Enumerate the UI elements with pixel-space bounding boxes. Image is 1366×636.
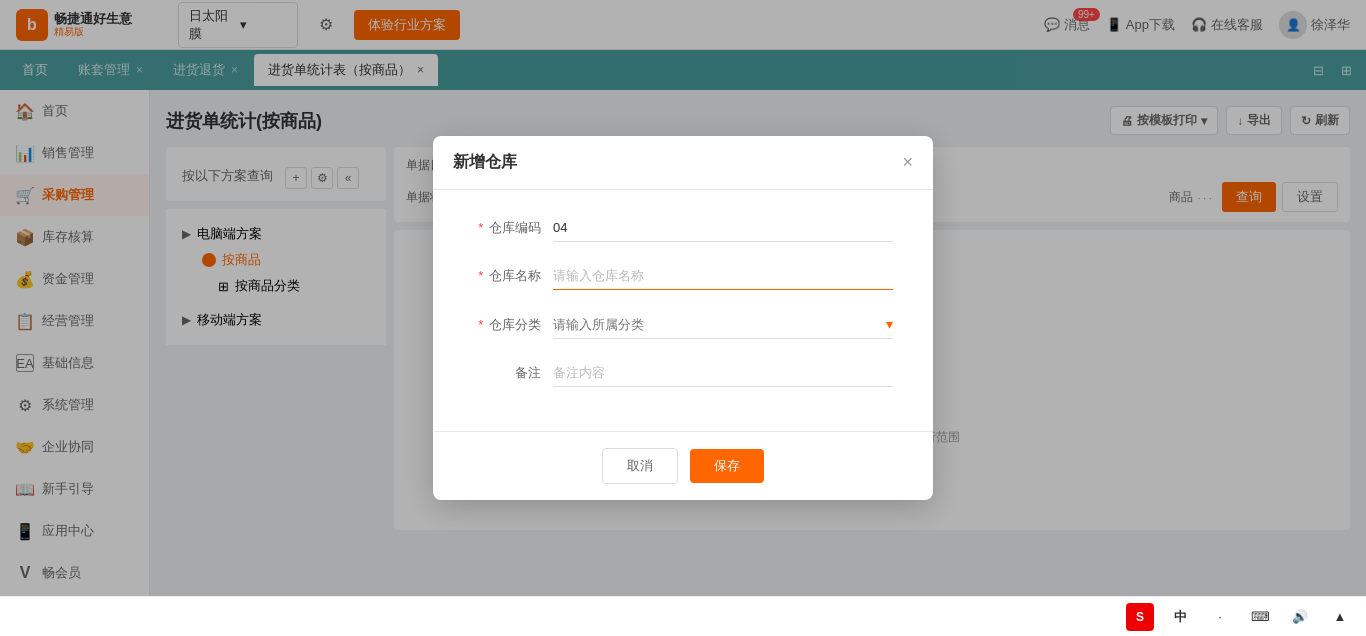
bottom-bar: S 中 · ⌨ 🔊 ▲ — [0, 596, 1366, 636]
audio-icon[interactable]: 🔊 — [1286, 603, 1314, 631]
save-button[interactable]: 保存 — [690, 449, 764, 483]
modal-body: * 仓库编码 * 仓库名称 * 仓库分类 — [433, 190, 933, 431]
warehouse-code-input[interactable] — [553, 214, 893, 242]
warehouse-notes-input[interactable] — [553, 359, 893, 387]
new-warehouse-modal: 新增仓库 × * 仓库编码 * 仓库名称 — [433, 136, 933, 500]
required-marker-name: * — [478, 268, 483, 283]
modal-close-button[interactable]: × — [902, 152, 913, 173]
warehouse-name-row: * 仓库名称 — [473, 262, 893, 290]
modal-title: 新增仓库 — [453, 152, 517, 173]
bottom-icons: S 中 · ⌨ 🔊 ▲ — [1126, 603, 1354, 631]
warehouse-name-input[interactable] — [553, 262, 893, 290]
input-mode-icon[interactable]: · — [1206, 603, 1234, 631]
warehouse-notes-label: 备注 — [473, 364, 553, 382]
warehouse-category-select[interactable]: ▾ — [553, 310, 893, 339]
category-input[interactable] — [553, 317, 886, 332]
required-marker-cat: * — [478, 317, 483, 332]
keyboard-icon[interactable]: ⌨ — [1246, 603, 1274, 631]
modal-header: 新增仓库 × — [433, 136, 933, 190]
warehouse-code-row: * 仓库编码 — [473, 214, 893, 242]
modal-footer: 取消 保存 — [433, 431, 933, 500]
warehouse-name-label: * 仓库名称 — [473, 267, 553, 285]
sougou-icon[interactable]: S — [1126, 603, 1154, 631]
warehouse-category-label: * 仓库分类 — [473, 316, 553, 334]
modal-overlay: 新增仓库 × * 仓库编码 * 仓库名称 — [0, 0, 1366, 636]
warehouse-code-label: * 仓库编码 — [473, 219, 553, 237]
warehouse-notes-row: 备注 — [473, 359, 893, 387]
chinese-input-icon[interactable]: 中 — [1166, 603, 1194, 631]
warehouse-category-row: * 仓库分类 ▾ — [473, 310, 893, 339]
category-dropdown-icon: ▾ — [886, 316, 893, 332]
menu-expand-icon[interactable]: ▲ — [1326, 603, 1354, 631]
cancel-button[interactable]: 取消 — [602, 448, 678, 484]
required-marker: * — [478, 220, 483, 235]
